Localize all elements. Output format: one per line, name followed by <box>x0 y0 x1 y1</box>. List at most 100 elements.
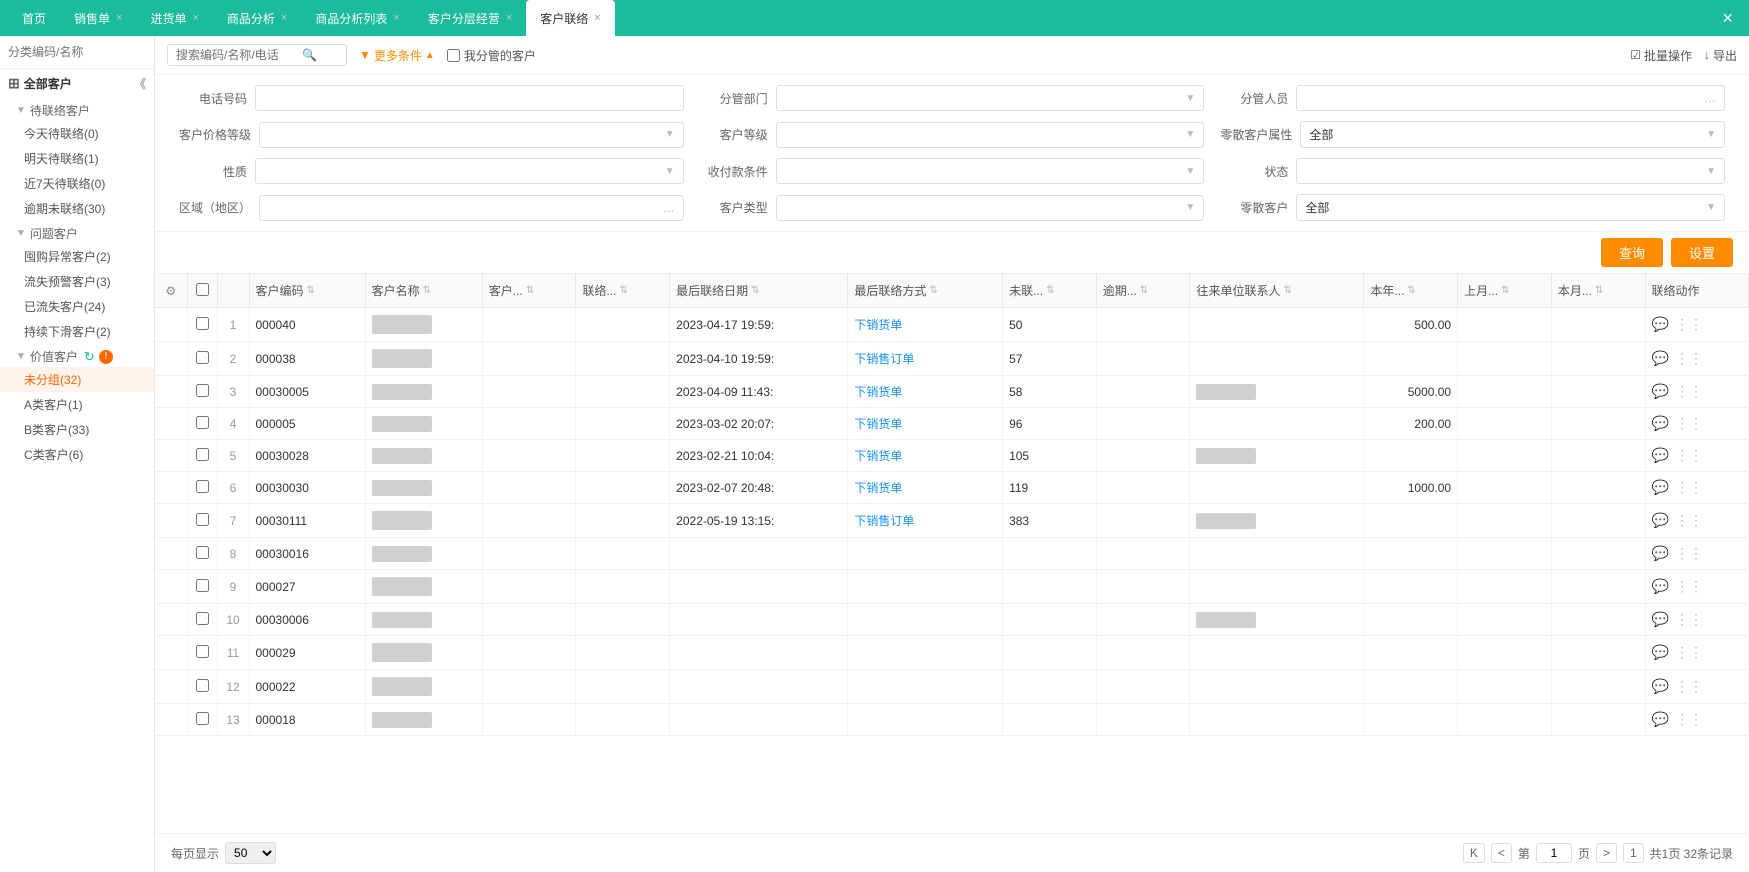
row-grid-icon[interactable]: ⋮⋮ <box>1675 447 1703 464</box>
row-checkbox[interactable] <box>196 317 209 330</box>
row-last-method[interactable]: 下销货单 <box>848 472 1003 504</box>
row-grid-icon[interactable]: ⋮⋮ <box>1675 711 1703 728</box>
page-input[interactable] <box>1536 843 1572 863</box>
row-last-method[interactable]: 下销货单 <box>848 376 1003 408</box>
close-all-button[interactable]: × <box>1714 8 1741 29</box>
row-checkbox[interactable] <box>196 645 209 658</box>
row-grid-icon[interactable]: ⋮⋮ <box>1675 678 1703 695</box>
filter-cust-type-select[interactable]: ▼ <box>776 195 1205 221</box>
collapse-icon[interactable]: 《 <box>134 75 146 92</box>
row-checkbox[interactable] <box>196 448 209 461</box>
row-chat-icon[interactable]: 💬 <box>1652 644 1669 661</box>
value-refresh-icon[interactable]: ↻ <box>84 349 95 365</box>
row-chat-icon[interactable]: 💬 <box>1652 611 1669 628</box>
row-check-cell[interactable] <box>187 440 217 472</box>
tab-customer-segment[interactable]: 客户分层经营 × <box>414 0 526 36</box>
row-grid-icon[interactable]: ⋮⋮ <box>1675 578 1703 595</box>
row-chat-icon[interactable]: 💬 <box>1652 350 1669 367</box>
tab-sales[interactable]: 销售单 × <box>60 0 136 36</box>
sidebar-item-hoard-abnormal[interactable]: 囤购异常客户(2) <box>0 244 154 269</box>
row-check-cell[interactable] <box>187 636 217 670</box>
filter-price-level-select[interactable]: ▼ <box>259 122 684 148</box>
sidebar-item-7days-pending[interactable]: 近7天待联络(0) <box>0 171 154 196</box>
settings-col-header[interactable]: ⚙ <box>155 274 187 308</box>
row-chat-icon[interactable]: 💬 <box>1652 578 1669 595</box>
filter-phone-input[interactable] <box>255 85 684 111</box>
sidebar-item-declining[interactable]: 持续下滑客户(2) <box>0 319 154 344</box>
search-box[interactable]: 🔍 <box>167 44 347 66</box>
row-grid-icon[interactable]: ⋮⋮ <box>1675 545 1703 562</box>
row-chat-icon[interactable]: 💬 <box>1652 512 1669 529</box>
row-check-cell[interactable] <box>187 504 217 538</box>
filter-nature-select[interactable]: ▼ <box>255 158 684 184</box>
row-checkbox[interactable] <box>196 384 209 397</box>
row-chat-icon[interactable]: 💬 <box>1652 316 1669 333</box>
filter-manager-select[interactable]: … <box>1296 85 1725 111</box>
row-last-method[interactable]: 下销货单 <box>848 440 1003 472</box>
tab-customer-contact-close[interactable]: × <box>594 12 600 24</box>
row-check-cell[interactable] <box>187 408 217 440</box>
row-last-method[interactable]: 下销售订单 <box>848 504 1003 538</box>
row-checkbox[interactable] <box>196 579 209 592</box>
all-customers-header[interactable]: ⊞ 全部客户 《 <box>0 69 154 98</box>
row-checkbox[interactable] <box>196 351 209 364</box>
sidebar-group-pending[interactable]: ▼ 待联络客户 <box>0 98 154 121</box>
search-input[interactable] <box>176 48 296 62</box>
row-grid-icon[interactable]: ⋮⋮ <box>1675 316 1703 333</box>
row-grid-icon[interactable]: ⋮⋮ <box>1675 512 1703 529</box>
row-chat-icon[interactable]: 💬 <box>1652 415 1669 432</box>
row-chat-icon[interactable]: 💬 <box>1652 678 1669 695</box>
check-all-col[interactable] <box>187 274 217 308</box>
tab-sales-close[interactable]: × <box>116 12 122 24</box>
tab-home[interactable]: 首页 <box>8 0 60 36</box>
sidebar-item-churn-warning[interactable]: 流失预警客户(3) <box>0 269 154 294</box>
row-checkbox[interactable] <box>196 546 209 559</box>
row-check-cell[interactable] <box>187 570 217 604</box>
sidebar-group-problem[interactable]: ▼ 问题客户 <box>0 221 154 244</box>
row-grid-icon[interactable]: ⋮⋮ <box>1675 415 1703 432</box>
row-last-method[interactable]: 下销售订单 <box>848 342 1003 376</box>
row-check-cell[interactable] <box>187 308 217 342</box>
sidebar-item-type-a[interactable]: A类客户(1) <box>0 392 154 417</box>
row-last-method[interactable]: 下销货单 <box>848 408 1003 440</box>
tab-product-analysis-list-close[interactable]: × <box>393 12 399 24</box>
row-grid-icon[interactable]: ⋮⋮ <box>1675 350 1703 367</box>
row-check-cell[interactable] <box>187 342 217 376</box>
sidebar-item-type-b[interactable]: B类客户(33) <box>0 417 154 442</box>
per-page-select[interactable]: 50 100 200 <box>225 842 276 864</box>
batch-op-button[interactable]: ☑ 批量操作 <box>1630 47 1692 64</box>
tab-product-analysis[interactable]: 商品分析 × <box>213 0 301 36</box>
last-page-button[interactable]: 1 <box>1623 843 1644 863</box>
row-grid-icon[interactable]: ⋮⋮ <box>1675 611 1703 628</box>
row-check-cell[interactable] <box>187 472 217 504</box>
sidebar-item-today-pending[interactable]: 今天待联络(0) <box>0 121 154 146</box>
filter-scatter-cust-select[interactable]: 全部▼ <box>1296 194 1725 221</box>
sidebar-item-tomorrow-pending[interactable]: 明天待联络(1) <box>0 146 154 171</box>
tab-product-analysis-close[interactable]: × <box>281 12 287 24</box>
sidebar-item-churned[interactable]: 已流失客户(24) <box>0 294 154 319</box>
export-button[interactable]: ↓ 导出 <box>1704 47 1737 64</box>
row-chat-icon[interactable]: 💬 <box>1652 545 1669 562</box>
row-check-cell[interactable] <box>187 704 217 736</box>
row-last-method[interactable] <box>848 570 1003 604</box>
my-customers-check[interactable] <box>447 49 460 62</box>
sidebar-item-ungroup[interactable]: 未分组(32) <box>0 367 154 392</box>
tab-purchase[interactable]: 进货单 × <box>136 0 212 36</box>
query-button[interactable]: 查询 <box>1601 238 1663 267</box>
row-grid-icon[interactable]: ⋮⋮ <box>1675 383 1703 400</box>
row-check-cell[interactable] <box>187 670 217 704</box>
filter-payment-select[interactable]: ▼ <box>776 158 1205 184</box>
filter-cust-level-select[interactable]: ▼ <box>776 122 1205 148</box>
row-last-method[interactable] <box>848 604 1003 636</box>
row-chat-icon[interactable]: 💬 <box>1652 383 1669 400</box>
check-all[interactable] <box>196 283 209 296</box>
row-grid-icon[interactable]: ⋮⋮ <box>1675 479 1703 496</box>
row-checkbox[interactable] <box>196 513 209 526</box>
prev-page-button[interactable]: < <box>1491 843 1512 863</box>
filter-region-select[interactable]: … <box>259 195 684 221</box>
row-checkbox[interactable] <box>196 712 209 725</box>
row-chat-icon[interactable]: 💬 <box>1652 711 1669 728</box>
sidebar-search-input[interactable] <box>8 45 155 59</box>
row-checkbox[interactable] <box>196 480 209 493</box>
tab-customer-contact[interactable]: 客户联络 × <box>526 0 614 36</box>
